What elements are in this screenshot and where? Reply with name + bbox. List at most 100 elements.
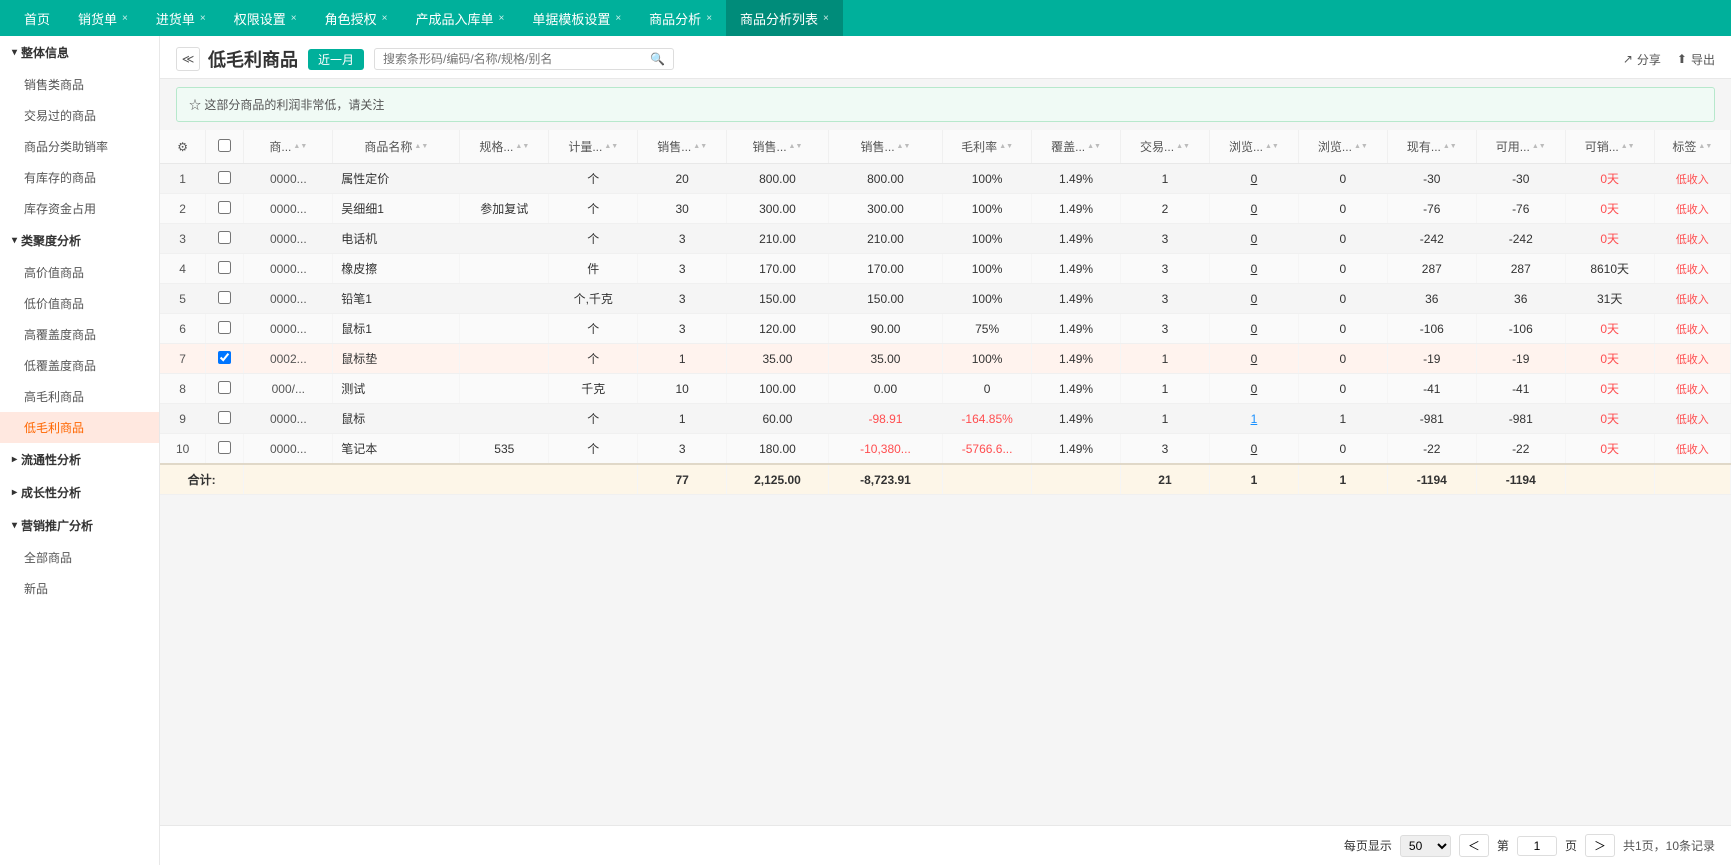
prev-page-button[interactable]: ＜ [1459, 834, 1489, 857]
sort-icon: ▲▼ [1621, 143, 1635, 151]
nav-template-settings[interactable]: 单据模板设置× [518, 0, 635, 36]
total-browse1: 1 [1209, 464, 1298, 495]
sidebar-toggle-button[interactable]: ≪ [176, 47, 200, 71]
row-browse2: 0 [1298, 254, 1387, 284]
sidebar-item-category-rate[interactable]: 商品分类助销率 [0, 131, 159, 162]
th-coverage[interactable]: 覆盖...▲▼ [1032, 130, 1121, 164]
row-checkbox[interactable] [218, 411, 231, 424]
th-sales-profit[interactable]: 销售...▲▼ [828, 130, 942, 164]
row-current-stock: -981 [1387, 404, 1476, 434]
row-sales-qty: 3 [638, 434, 727, 465]
export-button[interactable]: ⬆ 导出 [1677, 51, 1715, 68]
nav-permission[interactable]: 权限设置× [220, 0, 311, 36]
sidebar-group-marketing-title[interactable]: ▾ 营销推广分析 [0, 509, 159, 542]
sort-icon: ▲▼ [789, 143, 803, 151]
close-icon[interactable]: × [498, 13, 504, 24]
row-sales-profit: 90.00 [828, 314, 942, 344]
nav-product-analysis-list[interactable]: 商品分析列表× [726, 0, 843, 36]
search-input[interactable] [383, 52, 646, 66]
row-checkbox[interactable] [218, 321, 231, 334]
page-size-select[interactable]: 50 100 200 [1400, 835, 1451, 857]
table-header-row: ⚙ 商...▲▼ 商品名称▲▼ 规格...▲▼ [160, 130, 1731, 164]
row-gross-margin: 100% [943, 194, 1032, 224]
th-tag[interactable]: 标签▲▼ [1654, 130, 1730, 164]
row-transaction: 3 [1121, 314, 1210, 344]
th-available[interactable]: 可用...▲▼ [1476, 130, 1565, 164]
row-name: 铅笔1 [333, 284, 460, 314]
close-icon[interactable]: × [823, 13, 829, 24]
row-checkbox-cell [206, 224, 244, 254]
page-number-input[interactable] [1517, 836, 1557, 856]
th-unit[interactable]: 计量...▲▼ [549, 130, 638, 164]
nav-product-analysis[interactable]: 商品分析× [635, 0, 726, 36]
close-icon[interactable]: × [615, 13, 621, 24]
period-tag-button[interactable]: 近一月 [308, 49, 364, 70]
row-checkbox[interactable] [218, 351, 231, 364]
close-icon[interactable]: × [122, 13, 128, 24]
sidebar-item-new-goods[interactable]: 新品 [0, 573, 159, 604]
row-browse1: 0 [1209, 284, 1298, 314]
close-icon[interactable]: × [382, 13, 388, 24]
sidebar-group-growth-title[interactable]: ▸ 成长性分析 [0, 476, 159, 509]
row-checkbox[interactable] [218, 441, 231, 454]
row-unit: 件 [549, 254, 638, 284]
close-icon[interactable]: × [291, 13, 297, 24]
th-sales-qty[interactable]: 销售...▲▼ [638, 130, 727, 164]
th-name[interactable]: 商品名称▲▼ [333, 130, 460, 164]
next-page-button[interactable]: ＞ [1585, 834, 1615, 857]
nav-role-auth[interactable]: 角色授权× [311, 0, 402, 36]
nav-purchase-order[interactable]: 进货单× [142, 0, 220, 36]
sidebar-item-stock-capital[interactable]: 库存资金占用 [0, 193, 159, 224]
row-settings-cell: 9 [160, 404, 206, 434]
sidebar-group-overall-title[interactable]: ▾ 整体信息 [0, 36, 159, 69]
th-browse2[interactable]: 浏览...▲▼ [1298, 130, 1387, 164]
row-checkbox[interactable] [218, 261, 231, 274]
sidebar-item-low-value[interactable]: 低价值商品 [0, 288, 159, 319]
sidebar-item-traded-goods[interactable]: 交易过的商品 [0, 100, 159, 131]
select-all-checkbox[interactable] [218, 139, 231, 152]
th-gross-margin[interactable]: 毛利率▲▼ [943, 130, 1032, 164]
sidebar-item-high-value[interactable]: 高价值商品 [0, 257, 159, 288]
row-sales-amount: 800.00 [727, 164, 829, 194]
sidebar-item-high-margin[interactable]: 高毛利商品 [0, 381, 159, 412]
row-current-stock: -106 [1387, 314, 1476, 344]
sidebar-group-cluster-title[interactable]: ▾ 类聚度分析 [0, 224, 159, 257]
nav-product-warehouse[interactable]: 产成品入库单× [401, 0, 518, 36]
sidebar-group-circulation-title[interactable]: ▸ 流通性分析 [0, 443, 159, 476]
sidebar-item-low-margin[interactable]: 低毛利商品 [0, 412, 159, 443]
th-sales-amount[interactable]: 销售...▲▼ [727, 130, 829, 164]
th-browse1[interactable]: 浏览...▲▼ [1209, 130, 1298, 164]
th-spec[interactable]: 规格...▲▼ [460, 130, 549, 164]
share-button[interactable]: ↗ 分享 [1623, 51, 1661, 68]
sidebar-item-in-stock[interactable]: 有库存的商品 [0, 162, 159, 193]
row-checkbox[interactable] [218, 171, 231, 184]
close-icon[interactable]: × [706, 13, 712, 24]
row-checkbox-cell [206, 374, 244, 404]
th-settings[interactable]: ⚙ [160, 130, 206, 164]
row-sales-profit: 210.00 [828, 224, 942, 254]
row-checkbox[interactable] [218, 231, 231, 244]
th-current-stock[interactable]: 现有...▲▼ [1387, 130, 1476, 164]
close-icon[interactable]: × [200, 13, 206, 24]
row-current-stock: 36 [1387, 284, 1476, 314]
row-checkbox[interactable] [218, 381, 231, 394]
nav-sales-order[interactable]: 销货单× [64, 0, 142, 36]
row-coverage: 1.49% [1032, 254, 1121, 284]
row-checkbox[interactable] [218, 201, 231, 214]
row-gross-margin: 100% [943, 254, 1032, 284]
alert-text: ☆ 这部分商品的利润非常低，请关注 [189, 96, 384, 113]
row-sellable: 0天 [1565, 314, 1654, 344]
th-transaction[interactable]: 交易...▲▼ [1121, 130, 1210, 164]
th-code[interactable]: 商...▲▼ [244, 130, 333, 164]
row-checkbox[interactable] [218, 291, 231, 304]
th-sellable[interactable]: 可销...▲▼ [1565, 130, 1654, 164]
table-container[interactable]: ⚙ 商...▲▼ 商品名称▲▼ 规格...▲▼ [160, 130, 1731, 825]
nav-home[interactable]: 首页 [10, 0, 64, 36]
sidebar-item-sales-goods[interactable]: 销售类商品 [0, 69, 159, 100]
row-sellable: 0天 [1565, 194, 1654, 224]
row-sales-amount: 210.00 [727, 224, 829, 254]
settings-icon[interactable]: ⚙ [177, 140, 188, 154]
sidebar-item-low-coverage[interactable]: 低覆盖度商品 [0, 350, 159, 381]
sidebar-item-high-coverage[interactable]: 高覆盖度商品 [0, 319, 159, 350]
sidebar-item-all-goods[interactable]: 全部商品 [0, 542, 159, 573]
